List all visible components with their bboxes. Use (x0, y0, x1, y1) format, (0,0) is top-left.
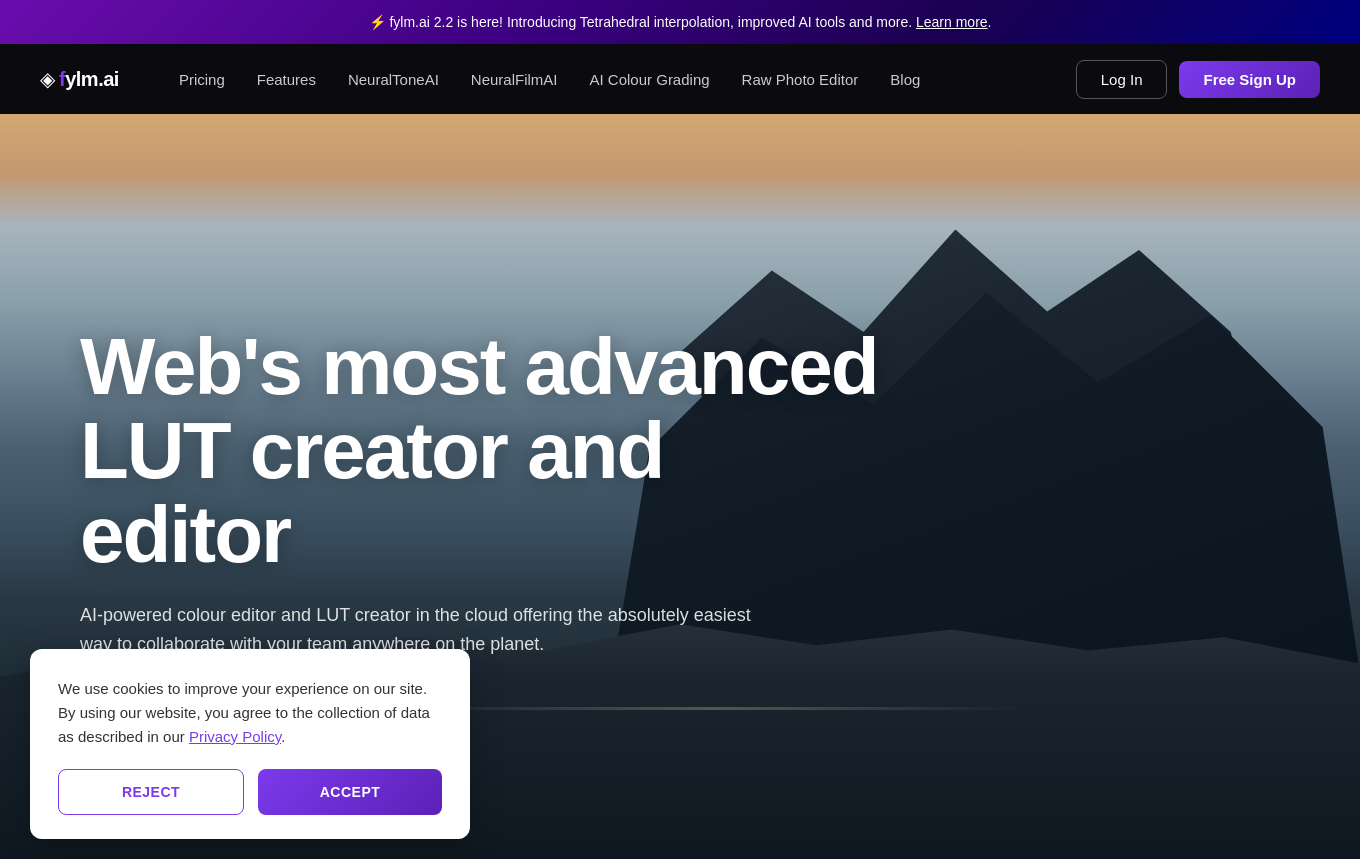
cookie-actions: REJECT ACCEPT (58, 769, 442, 815)
nav-item-blog[interactable]: Blog (890, 71, 920, 88)
login-button[interactable]: Log In (1076, 60, 1168, 99)
nav-item-raw-photo[interactable]: Raw Photo Editor (742, 71, 859, 88)
accept-button[interactable]: ACCEPT (258, 769, 442, 815)
logo[interactable]: ◈ fylm.ai (40, 67, 119, 91)
logo-text: fylm.ai (59, 68, 119, 91)
navbar: ◈ fylm.ai Pricing Features NeuralToneAI … (0, 44, 1360, 114)
nav-links: Pricing Features NeuralToneAI NeuralFilm… (179, 71, 1076, 88)
nav-actions: Log In Free Sign Up (1076, 60, 1320, 99)
nav-item-ai-colour[interactable]: AI Colour Grading (590, 71, 710, 88)
cookie-text: We use cookies to improve your experienc… (58, 677, 442, 749)
hero-content: Web's most advanced LUT creator and edit… (80, 325, 880, 659)
announcement-link[interactable]: Learn more (916, 14, 988, 30)
hero-title-line2: LUT creator and editor (80, 406, 663, 579)
privacy-policy-link[interactable]: Privacy Policy (189, 728, 281, 745)
cookie-banner: We use cookies to improve your experienc… (30, 649, 470, 839)
hero-title: Web's most advanced LUT creator and edit… (80, 325, 880, 577)
hero-title-line1: Web's most advanced (80, 322, 878, 411)
logo-icon: ◈ (40, 67, 55, 91)
nav-item-features[interactable]: Features (257, 71, 316, 88)
signup-button[interactable]: Free Sign Up (1179, 61, 1320, 98)
nav-item-pricing[interactable]: Pricing (179, 71, 225, 88)
nav-item-neuralfilm[interactable]: NeuralFilmAI (471, 71, 558, 88)
nav-item-neuraltone[interactable]: NeuralToneAI (348, 71, 439, 88)
announcement-text: ⚡ fylm.ai 2.2 is here! Introducing Tetra… (369, 14, 913, 30)
announcement-bar: ⚡ fylm.ai 2.2 is here! Introducing Tetra… (0, 0, 1360, 44)
reject-button[interactable]: REJECT (58, 769, 244, 815)
road-line (407, 707, 1020, 710)
hero-section: Web's most advanced LUT creator and edit… (0, 114, 1360, 859)
